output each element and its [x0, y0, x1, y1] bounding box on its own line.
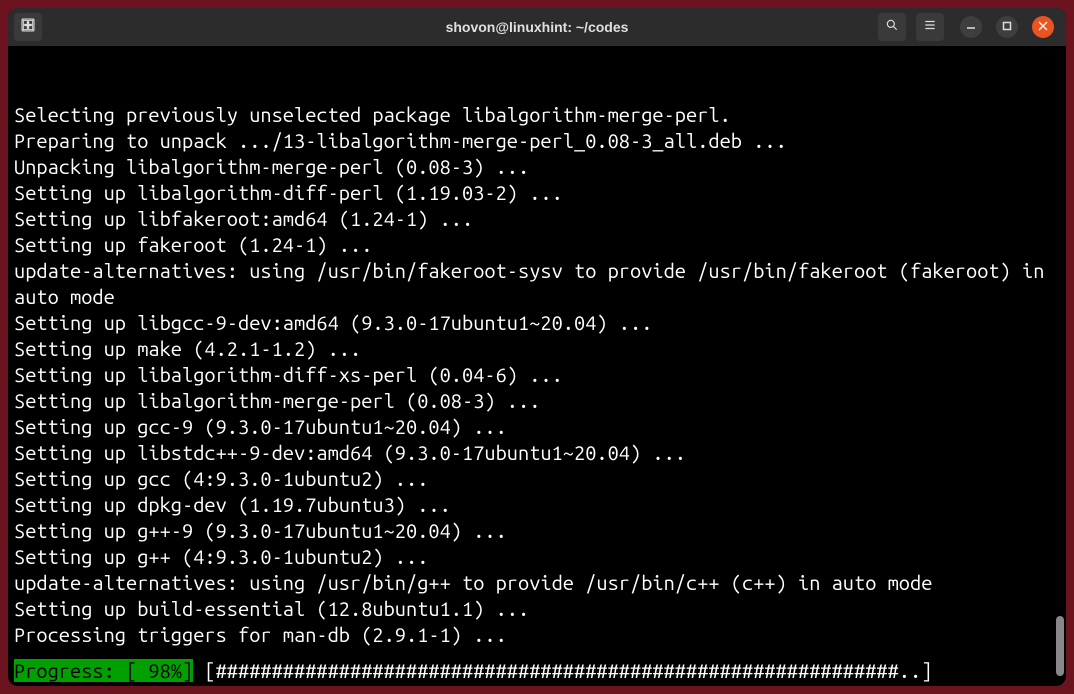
terminal-line: Setting up libalgorithm-diff-xs-perl (0.…	[14, 362, 1060, 388]
hamburger-icon	[923, 18, 937, 37]
terminal-line: Preparing to unpack .../13-libalgorithm-…	[14, 128, 1060, 154]
maximize-button[interactable]	[996, 16, 1018, 38]
titlebar: shovon@linuxhint: ~/codes	[8, 8, 1066, 46]
terminal-line: Setting up libalgorithm-diff-perl (1.19.…	[14, 180, 1060, 206]
terminal-line: Selecting previously unselected package …	[14, 102, 1060, 128]
terminal-line: Setting up libstdc++-9-dev:amd64 (9.3.0-…	[14, 440, 1060, 466]
progress-bar: [#######################################…	[193, 659, 943, 682]
terminal-line: Setting up make (4.2.1-1.2) ...	[14, 336, 1060, 362]
terminal-line: Setting up g++-9 (9.3.0-17ubuntu1~20.04)…	[14, 518, 1060, 544]
terminal-line: Setting up build-essential (12.8ubuntu1.…	[14, 596, 1060, 622]
terminal-line: Setting up gcc (4:9.3.0-1ubuntu2) ...	[14, 466, 1060, 492]
terminal-window: shovon@linuxhint: ~/codes	[8, 8, 1066, 686]
terminal-output: Selecting previously unselected package …	[14, 102, 1060, 648]
terminal-body[interactable]: Selecting previously unselected package …	[8, 46, 1066, 686]
terminal-line: Processing triggers for man-db (2.9.1-1)…	[14, 622, 1060, 648]
close-icon	[1038, 18, 1048, 36]
scrollbar[interactable]	[1054, 46, 1064, 686]
close-button[interactable]	[1032, 16, 1054, 38]
maximize-icon	[1002, 18, 1012, 36]
menu-button[interactable]	[916, 13, 944, 41]
terminal-line: update-alternatives: using /usr/bin/fake…	[14, 258, 1060, 310]
terminal-line: Setting up libfakeroot:amd64 (1.24-1) ..…	[14, 206, 1060, 232]
new-tab-button[interactable]	[14, 13, 42, 41]
search-icon	[885, 18, 899, 37]
minimize-button[interactable]	[960, 16, 982, 38]
new-tab-icon	[20, 17, 36, 38]
terminal-line: Setting up fakeroot (1.24-1) ...	[14, 232, 1060, 258]
terminal-line: Setting up dpkg-dev (1.19.7ubuntu3) ...	[14, 492, 1060, 518]
scrollbar-thumb[interactable]	[1056, 616, 1064, 676]
terminal-line: Unpacking libalgorithm-merge-perl (0.08-…	[14, 154, 1060, 180]
terminal-line: update-alternatives: using /usr/bin/g++ …	[14, 570, 1060, 596]
terminal-line: Setting up gcc-9 (9.3.0-17ubuntu1~20.04)…	[14, 414, 1060, 440]
terminal-line: Setting up g++ (4:9.3.0-1ubuntu2) ...	[14, 544, 1060, 570]
window-controls	[960, 16, 1054, 38]
minimize-icon	[966, 18, 976, 36]
progress-label: Progress: [ 98%]	[14, 659, 193, 682]
progress-line: Progress: [ 98%] [######################…	[14, 658, 1060, 684]
titlebar-left	[14, 13, 42, 41]
terminal-line: Setting up libalgorithm-merge-perl (0.08…	[14, 388, 1060, 414]
titlebar-right	[878, 13, 1060, 41]
terminal-line: Setting up libgcc-9-dev:amd64 (9.3.0-17u…	[14, 310, 1060, 336]
window-title: shovon@linuxhint: ~/codes	[446, 19, 629, 35]
search-button[interactable]	[878, 13, 906, 41]
